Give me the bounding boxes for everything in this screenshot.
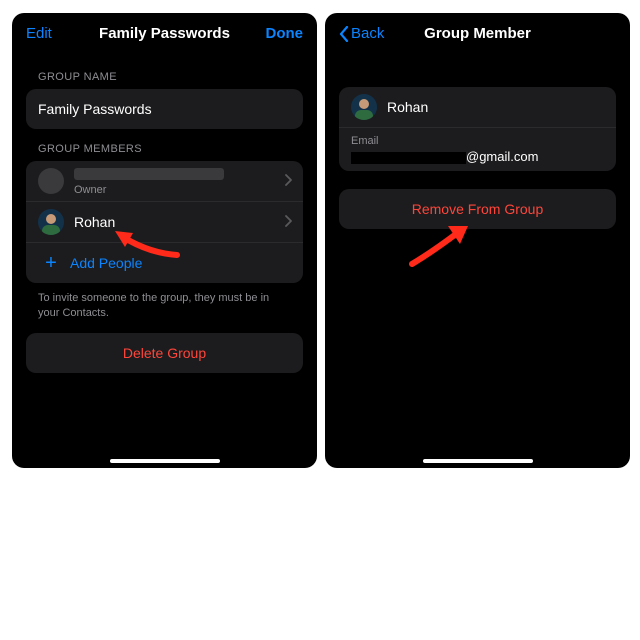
screen-group-member: Back Group Member Rohan Email @gmail.com [325,13,630,468]
chevron-right-icon [285,214,293,230]
navbar: Back Group Member [325,13,630,57]
delete-card: Delete Group [26,333,303,373]
section-label-members: GROUP MEMBERS [38,143,317,155]
page-title: Group Member [325,25,630,42]
add-people-label: Add People [70,255,142,271]
delete-group-label: Delete Group [123,345,206,361]
member-subtitle: Owner [74,184,291,196]
home-indicator[interactable] [110,459,220,463]
screen-group-settings: Edit Family Passwords Done GROUP NAME Fa… [12,13,317,468]
remove-label: Remove From Group [412,201,543,217]
member-name: Rohan [74,214,291,230]
navbar: Edit Family Passwords Done [12,13,317,57]
group-name-card: Family Passwords [26,89,303,129]
section-label-group-name: GROUP NAME [38,71,317,83]
avatar [38,209,64,235]
avatar [38,168,64,194]
email-redacted [351,152,466,164]
email-visible: @gmail.com [466,149,538,164]
delete-group-button[interactable]: Delete Group [26,333,303,373]
chevron-right-icon [285,173,293,189]
remove-card: Remove From Group [339,189,616,229]
remove-from-group-button[interactable]: Remove From Group [339,189,616,229]
avatar [351,94,377,120]
member-info: Owner [74,167,291,196]
email-field: Email @gmail.com [339,127,616,171]
group-name-value: Family Passwords [38,101,152,117]
done-button[interactable]: Done [266,25,304,42]
plus-icon: + [38,252,64,275]
members-hint: To invite someone to the group, they mus… [38,291,291,321]
members-card: Owner Rohan + Add People [26,161,303,283]
email-label: Email [351,135,604,147]
member-row-owner[interactable]: Owner [26,161,303,201]
member-row-rohan[interactable]: Rohan [26,201,303,242]
member-name: Rohan [387,99,604,115]
member-name-redacted [74,168,224,180]
email-value: @gmail.com [351,149,604,164]
member-header: Rohan [339,87,616,127]
home-indicator[interactable] [423,459,533,463]
group-name-field[interactable]: Family Passwords [26,89,303,129]
member-card: Rohan Email @gmail.com [339,87,616,171]
add-people-button[interactable]: + Add People [26,242,303,283]
